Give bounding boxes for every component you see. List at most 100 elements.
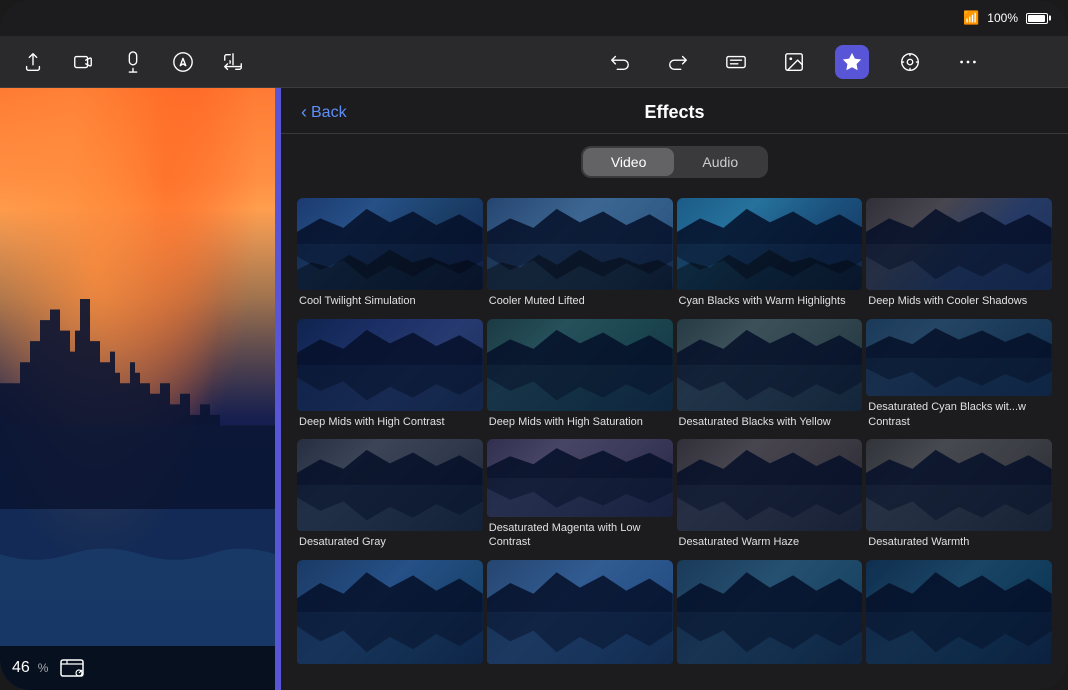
wifi-icon: 📶	[963, 10, 979, 26]
effect-item[interactable]: Desaturated Gray	[297, 439, 483, 556]
effect-label: Desaturated Cyan Blacks wit...w Contrast	[866, 400, 1052, 435]
effect-thumbnail	[866, 560, 1052, 664]
effect-item[interactable]	[487, 560, 673, 674]
effect-label: Cool Twilight Simulation	[297, 294, 483, 314]
effect-label: Desaturated Gray	[297, 535, 483, 555]
mic-icon	[122, 51, 144, 73]
navigate-button[interactable]	[166, 45, 200, 79]
effect-thumbnail	[677, 439, 863, 531]
battery-icon	[1026, 13, 1048, 24]
tabs-container: Video Audio	[281, 134, 1068, 190]
camera-button[interactable]	[66, 45, 100, 79]
mic-button[interactable]	[116, 45, 150, 79]
effect-label: Desaturated Warm Haze	[677, 535, 863, 555]
undo-button[interactable]	[603, 45, 637, 79]
redo-icon	[667, 51, 689, 73]
effects-header: ‹ Back Effects	[281, 88, 1068, 134]
back-chevron-icon: ‹	[301, 102, 307, 123]
tab-audio[interactable]: Audio	[674, 148, 766, 176]
effect-thumbnail	[297, 439, 483, 531]
preview-controls: 46 %	[0, 646, 275, 690]
toolbar	[0, 36, 1068, 88]
gallery-button[interactable]	[777, 45, 811, 79]
preview-percentage: 46	[12, 659, 30, 677]
gallery-icon	[783, 51, 805, 73]
toolbar-left	[16, 45, 532, 79]
effects-grid: Cool Twilight SimulationCooler Muted Lif…	[281, 190, 1068, 690]
effect-label: Desaturated Magenta with Low Contrast	[487, 521, 673, 556]
export-button[interactable]	[216, 45, 250, 79]
effect-thumbnail	[677, 198, 863, 290]
tabs-wrapper: Video Audio	[581, 146, 768, 178]
effect-item[interactable]: Cyan Blacks with Warm Highlights	[677, 198, 863, 315]
tab-video[interactable]: Video	[583, 148, 675, 176]
effect-thumbnail	[297, 319, 483, 411]
effect-item[interactable]: Desaturated Warm Haze	[677, 439, 863, 556]
undo-icon	[609, 51, 631, 73]
effects-star-button[interactable]	[835, 45, 869, 79]
effect-thumbnail	[866, 439, 1052, 531]
battery-text: 100%	[987, 11, 1018, 25]
effect-item[interactable]: Deep Mids with High Saturation	[487, 319, 673, 436]
device-wrapper: 📶 100%	[0, 0, 1068, 690]
more-icon	[957, 51, 979, 73]
main-content: 46 % ‹ Back Effects	[0, 88, 1068, 690]
effects-panel: ‹ Back Effects Video Audio Cool Twilight…	[278, 88, 1068, 690]
effect-item[interactable]: Deep Mids with High Contrast	[297, 319, 483, 436]
effect-item[interactable]	[677, 560, 863, 674]
back-button[interactable]: ‹ Back	[301, 103, 347, 123]
effect-label	[297, 668, 483, 674]
effect-item[interactable]: Desaturated Cyan Blacks wit...w Contrast	[866, 319, 1052, 436]
effect-label: Cyan Blacks with Warm Highlights	[677, 294, 863, 314]
effect-item[interactable]: Cooler Muted Lifted	[487, 198, 673, 315]
effect-label	[677, 668, 863, 674]
effect-label: Deep Mids with High Contrast	[297, 415, 483, 435]
clip-icon[interactable]	[60, 659, 84, 677]
export-icon	[222, 51, 244, 73]
camera-icon	[72, 51, 94, 73]
preview-image	[0, 88, 275, 690]
more-button[interactable]	[951, 45, 985, 79]
effect-thumbnail	[297, 560, 483, 664]
appearance-button[interactable]	[893, 45, 927, 79]
effect-item[interactable]: Desaturated Blacks with Yellow	[677, 319, 863, 436]
effect-item[interactable]: Desaturated Magenta with Low Contrast	[487, 439, 673, 556]
effect-thumbnail	[866, 319, 1052, 397]
effect-label	[487, 668, 673, 674]
effect-thumbnail	[487, 439, 673, 517]
effect-item[interactable]: Cool Twilight Simulation	[297, 198, 483, 315]
effect-thumbnail	[487, 319, 673, 411]
effect-thumbnail	[297, 198, 483, 290]
status-indicators: 📶 100%	[963, 10, 1048, 26]
preview-panel: 46 %	[0, 88, 275, 690]
share-button[interactable]	[16, 45, 50, 79]
effect-thumbnail	[677, 319, 863, 411]
navigate-icon	[172, 51, 194, 73]
effect-thumbnail	[677, 560, 863, 664]
effect-label: Desaturated Blacks with Yellow	[677, 415, 863, 435]
effect-label: Deep Mids with Cooler Shadows	[866, 294, 1052, 314]
star-icon	[841, 51, 863, 73]
effect-item[interactable]	[866, 560, 1052, 674]
effect-label	[866, 668, 1052, 674]
toolbar-center	[536, 45, 1052, 79]
text-card-icon	[725, 51, 747, 73]
status-bar: 📶 100%	[0, 0, 1068, 36]
effect-thumbnail	[487, 560, 673, 664]
effect-label: Cooler Muted Lifted	[487, 294, 673, 314]
preview-percent-sign: %	[38, 661, 49, 675]
effect-item[interactable]: Deep Mids with Cooler Shadows	[866, 198, 1052, 315]
battery-fill	[1028, 15, 1045, 22]
effect-label: Desaturated Warmth	[866, 535, 1052, 555]
back-label: Back	[311, 104, 347, 122]
share-icon	[22, 51, 44, 73]
effect-thumbnail	[866, 198, 1052, 290]
appearance-icon	[899, 51, 921, 73]
effect-thumbnail	[487, 198, 673, 290]
effect-item[interactable]	[297, 560, 483, 674]
redo-button[interactable]	[661, 45, 695, 79]
effect-label: Deep Mids with High Saturation	[487, 415, 673, 435]
text-card-button[interactable]	[719, 45, 753, 79]
effect-item[interactable]: Desaturated Warmth	[866, 439, 1052, 556]
city-silhouette	[0, 299, 275, 510]
